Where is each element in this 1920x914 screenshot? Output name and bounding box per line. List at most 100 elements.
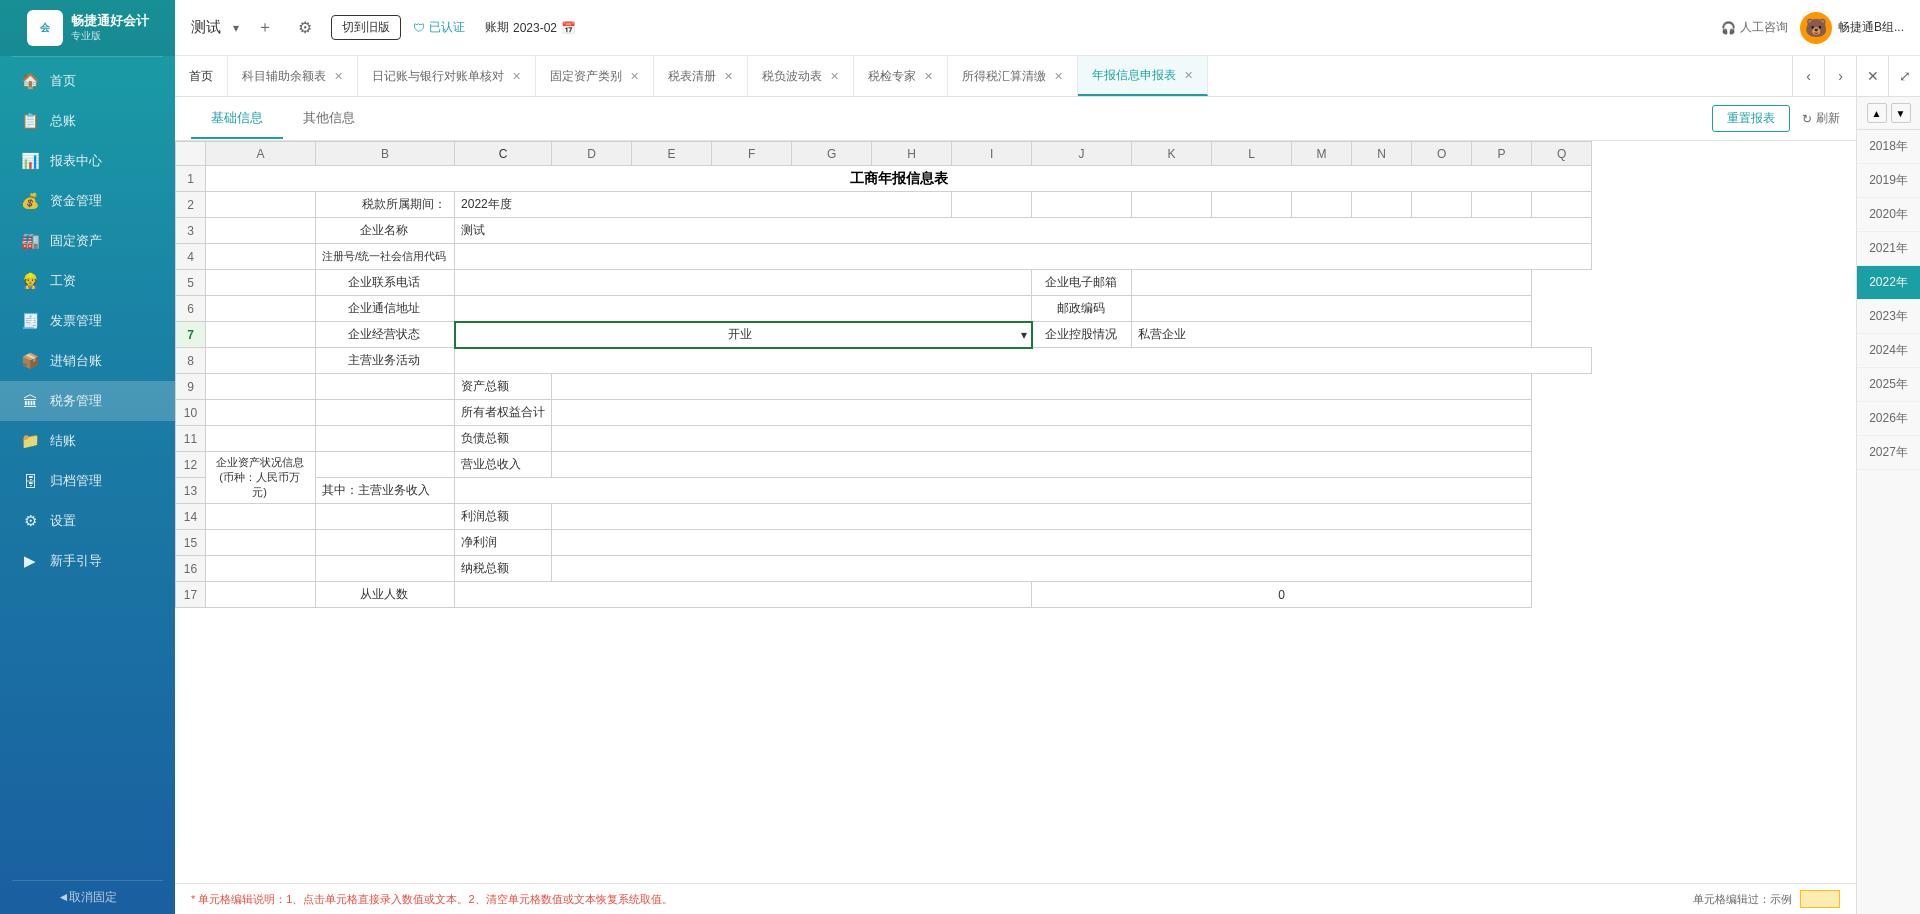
sidebar-item-archive[interactable]: 🗄 归档管理 [0, 461, 175, 501]
tab-fixed-asset-type[interactable]: 固定资产类别 ✕ [536, 56, 654, 96]
cell-17j[interactable]: 0 [1032, 582, 1532, 608]
cell-2k[interactable] [1132, 192, 1212, 218]
cell-7k[interactable]: 私营企业 [1132, 322, 1532, 348]
cell-8c[interactable] [455, 348, 1592, 374]
year-item-2025[interactable]: 2025年 [1857, 368, 1920, 402]
sidebar-item-assets[interactable]: 🏭 固定资产 [0, 221, 175, 261]
tab-close-icon[interactable]: ✕ [724, 70, 733, 83]
col-header-b[interactable]: B [316, 142, 455, 166]
cell-5c[interactable] [455, 270, 1032, 296]
sidebar-item-closing[interactable]: 📁 结账 [0, 421, 175, 461]
sidebar-item-purchase[interactable]: 📦 进销台账 [0, 341, 175, 381]
col-header-c[interactable]: C [455, 142, 552, 166]
sidebar-item-ledger[interactable]: 📋 总账 [0, 101, 175, 141]
year-item-2019[interactable]: 2019年 [1857, 164, 1920, 198]
cell-9b[interactable] [316, 374, 455, 400]
user-menu[interactable]: 🐻 畅捷通B组... [1800, 12, 1904, 44]
col-header-i[interactable]: I [952, 142, 1032, 166]
sidebar-item-tax[interactable]: 🏛 税务管理 [0, 381, 175, 421]
refresh-btn[interactable]: ↻ 刷新 [1802, 110, 1840, 127]
cell-17a[interactable] [206, 582, 316, 608]
topbar-add-btn[interactable]: ＋ [251, 14, 279, 42]
topbar-dropdown-icon[interactable]: ▾ [233, 21, 239, 35]
sidebar-item-reports[interactable]: 📊 报表中心 [0, 141, 175, 181]
sidebar-item-home[interactable]: 🏠 首页 [0, 61, 175, 101]
tab-close-icon[interactable]: ✕ [1054, 70, 1063, 83]
cell-12d[interactable] [552, 452, 1532, 478]
cell-16d[interactable] [552, 556, 1532, 582]
col-header-d[interactable]: D [552, 142, 632, 166]
sidebar-logo[interactable]: 会 畅捷通好会计 专业版 [0, 0, 175, 56]
sidebar-item-guide[interactable]: ▶ 新手引导 [0, 541, 175, 581]
cell-3c[interactable]: 测试 [455, 218, 1592, 244]
year-nav-down-btn[interactable]: ▼ [1891, 103, 1911, 123]
cell-2n[interactable] [1352, 192, 1412, 218]
tab-close-icon[interactable]: ✕ [924, 70, 933, 83]
year-item-2024[interactable]: 2024年 [1857, 334, 1920, 368]
support-btn[interactable]: 🎧 人工咨询 [1721, 19, 1788, 36]
cell-13c[interactable] [455, 478, 1532, 504]
tab-close-icon[interactable]: ✕ [512, 70, 521, 83]
cell-15b[interactable] [316, 530, 455, 556]
col-header-a[interactable]: A [206, 142, 316, 166]
cell-14d[interactable] [552, 504, 1532, 530]
tab-prev-btn[interactable]: ‹ [1792, 56, 1824, 96]
cell-11a[interactable] [206, 426, 316, 452]
tab-close-icon[interactable]: ✕ [1184, 69, 1193, 82]
col-header-o[interactable]: O [1412, 142, 1472, 166]
cell-6a[interactable] [206, 296, 316, 322]
tab-bank-reconcile[interactable]: 日记账与银行对账单核对 ✕ [358, 56, 536, 96]
cell-11d[interactable] [552, 426, 1532, 452]
tab-tax-fluctuation[interactable]: 税负波动表 ✕ [748, 56, 854, 96]
col-header-k[interactable]: K [1132, 142, 1212, 166]
switch-version-btn[interactable]: 切到旧版 [331, 15, 401, 40]
cell-7c-dropdown[interactable]: 开业 ▾ [455, 322, 1032, 348]
tab-tax-forms[interactable]: 税表清册 ✕ [654, 56, 748, 96]
cell-3a[interactable] [206, 218, 316, 244]
col-header-e[interactable]: E [632, 142, 712, 166]
sidebar-collapse-btn[interactable]: ◄取消固定 [0, 881, 175, 914]
col-header-l[interactable]: L [1212, 142, 1292, 166]
cell-16b[interactable] [316, 556, 455, 582]
cell-2o[interactable] [1412, 192, 1472, 218]
sidebar-item-settings[interactable]: ⚙ 设置 [0, 501, 175, 541]
tab-tax-expert[interactable]: 税检专家 ✕ [854, 56, 948, 96]
calendar-icon[interactable]: 📅 [561, 21, 576, 35]
tab-annual-report[interactable]: 年报信息申报表 ✕ [1078, 56, 1208, 96]
cell-5k[interactable] [1132, 270, 1532, 296]
topbar-settings-btn[interactable]: ⚙ [291, 14, 319, 42]
cell-10a[interactable] [206, 400, 316, 426]
cell-14b[interactable] [316, 504, 455, 530]
tab-close-icon[interactable]: ✕ [334, 70, 343, 83]
cell-2q[interactable] [1532, 192, 1592, 218]
cell-4c[interactable] [455, 244, 1592, 270]
year-item-2022[interactable]: 2022年 [1857, 266, 1920, 300]
sidebar-item-invoice[interactable]: 🧾 发票管理 [0, 301, 175, 341]
cell-7a[interactable] [206, 322, 316, 348]
col-header-q[interactable]: Q [1532, 142, 1592, 166]
col-header-f[interactable]: F [712, 142, 792, 166]
year-item-2020[interactable]: 2020年 [1857, 198, 1920, 232]
cell-12b[interactable] [316, 452, 455, 478]
cell-9d[interactable] [552, 374, 1532, 400]
cell-10d[interactable] [552, 400, 1532, 426]
sheet-title-cell[interactable]: 工商年报信息表 [206, 166, 1592, 192]
cell-16a[interactable] [206, 556, 316, 582]
tab-next-btn[interactable]: › [1824, 56, 1856, 96]
tab-subsidiary-balance[interactable]: 科目辅助余额表 ✕ [228, 56, 358, 96]
col-header-h[interactable]: H [872, 142, 952, 166]
cell-6k[interactable] [1132, 296, 1532, 322]
cell-17c[interactable] [455, 582, 1032, 608]
cell-15d[interactable] [552, 530, 1532, 556]
cell-2m[interactable] [1292, 192, 1352, 218]
tab-close-icon[interactable]: ✕ [830, 70, 839, 83]
sidebar-item-funds[interactable]: 💰 资金管理 [0, 181, 175, 221]
cell-15a[interactable] [206, 530, 316, 556]
year-item-2026[interactable]: 2026年 [1857, 402, 1920, 436]
spreadsheet-scroll[interactable]: A B C D E F G H I J [175, 141, 1856, 883]
tab-home[interactable]: 首页 [175, 56, 228, 96]
cell-2j[interactable] [1032, 192, 1132, 218]
tab-close-icon[interactable]: ✕ [630, 70, 639, 83]
cell-6c[interactable] [455, 296, 1032, 322]
cell-2a[interactable] [206, 192, 316, 218]
